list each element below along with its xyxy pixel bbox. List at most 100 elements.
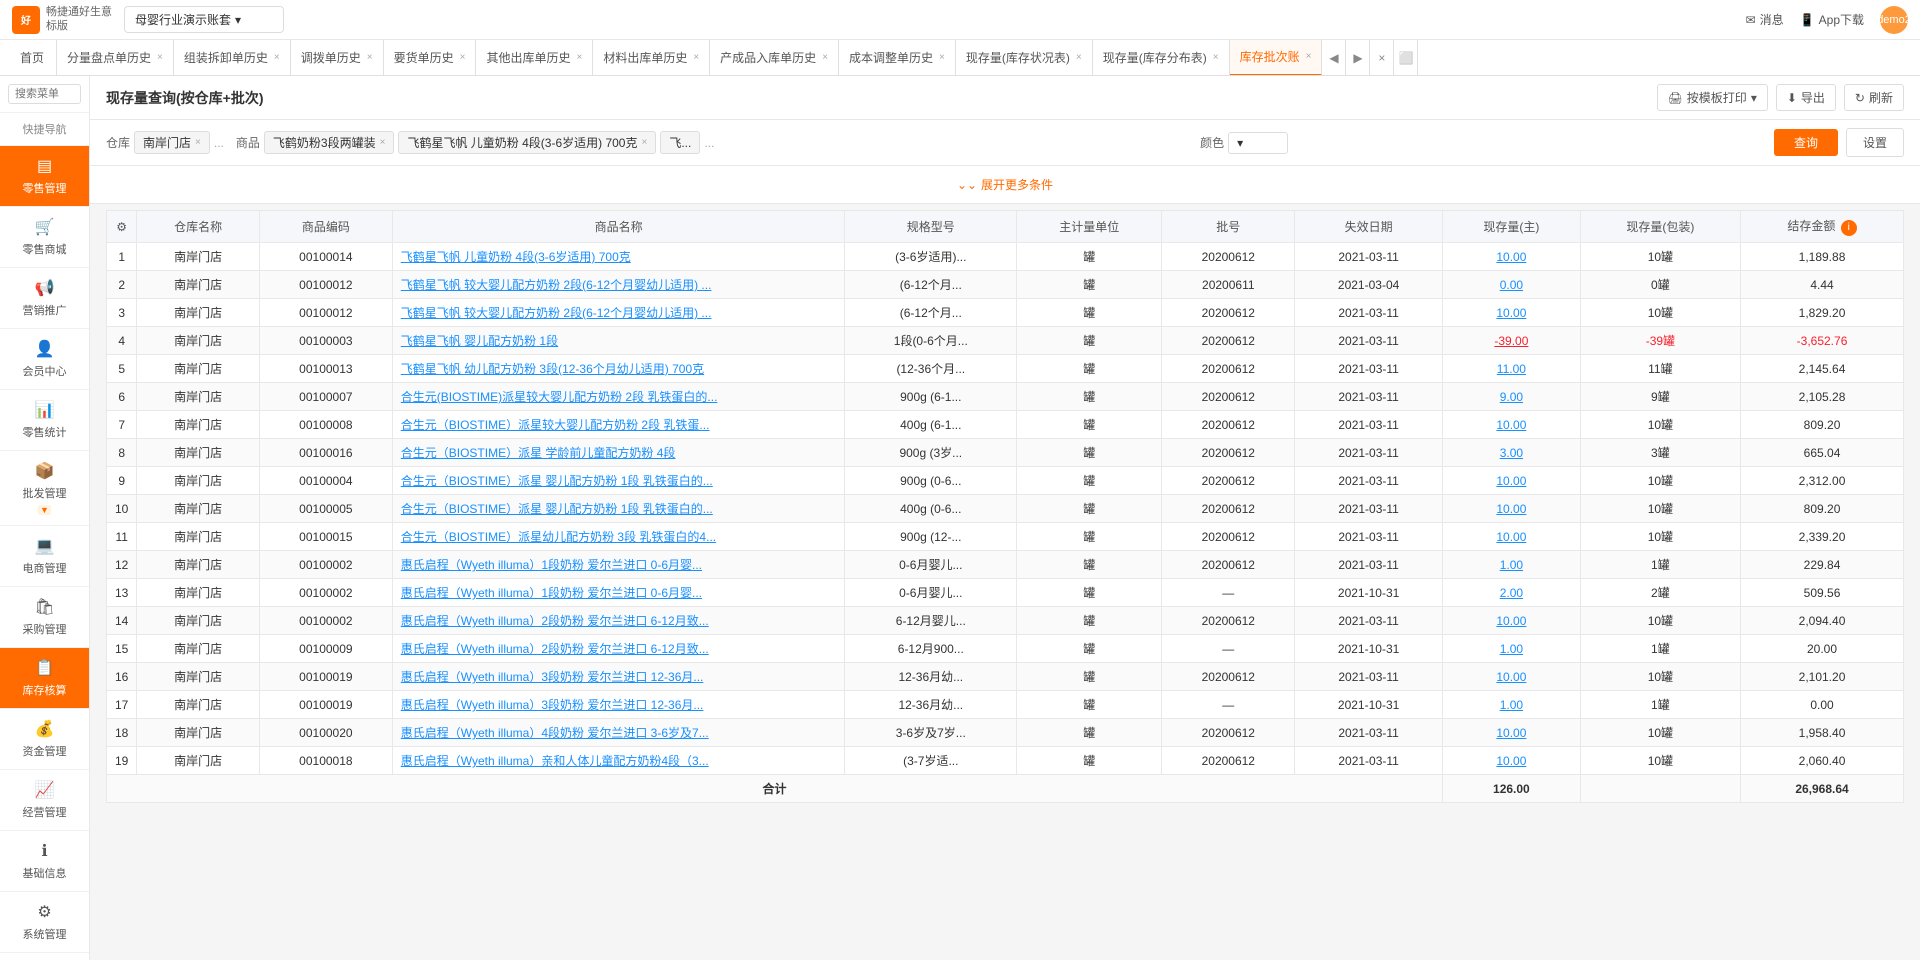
- row-qty-main[interactable]: 10.00: [1443, 467, 1581, 495]
- row-name[interactable]: 惠氏启程（Wyeth illuma）2段奶粉 爱尔兰进口 6-12月致...: [392, 635, 845, 663]
- row-name[interactable]: 飞鹤星飞帆 婴儿配方奶粉 1段: [392, 327, 845, 355]
- row-qty-main[interactable]: 0.00: [1443, 271, 1581, 299]
- row-name[interactable]: 惠氏启程（Wyeth illuma）4段奶粉 爱尔兰进口 3-6岁及7...: [392, 719, 845, 747]
- row-name[interactable]: 飞鹤星飞帆 较大婴儿配方奶粉 2段(6-12个月婴幼儿适用) ...: [392, 271, 845, 299]
- row-qty-main[interactable]: 10.00: [1443, 243, 1581, 271]
- product-tag-more[interactable]: 飞...: [660, 131, 700, 154]
- tab-close-icon[interactable]: ×: [1306, 51, 1312, 62]
- tab-chengben[interactable]: 成本调整单历史 ×: [839, 40, 956, 76]
- export-btn[interactable]: ⬇ 导出: [1776, 84, 1836, 111]
- row-qty-main[interactable]: 10.00: [1443, 663, 1581, 691]
- tab-close-icon[interactable]: ×: [274, 52, 280, 63]
- tab-home[interactable]: 首页: [8, 40, 57, 76]
- row-qty-main[interactable]: 1.00: [1443, 635, 1581, 663]
- row-qty-main[interactable]: 10.00: [1443, 523, 1581, 551]
- row-qty-main[interactable]: -39.00: [1443, 327, 1581, 355]
- tab-xiancun2[interactable]: 现存量(库存分布表) ×: [1093, 40, 1230, 76]
- sidebar-item-ecommerce[interactable]: 💻 电商管理: [0, 526, 89, 587]
- row-name[interactable]: 合生元（BIOSTIME）派星 学龄前儿童配方奶粉 4段: [392, 439, 845, 467]
- row-name[interactable]: 飞鹤星飞帆 幼儿配方奶粉 3段(12-36个月幼儿适用) 700克: [392, 355, 845, 383]
- th-gear[interactable]: ⚙: [107, 211, 137, 243]
- search-input[interactable]: [8, 84, 81, 104]
- tab-cailiao[interactable]: 材料出库单历史 ×: [593, 40, 710, 76]
- app-download-btn[interactable]: 📱 App下载: [1800, 11, 1864, 28]
- avatar[interactable]: demo2: [1880, 6, 1908, 34]
- row-name[interactable]: 合生元（BIOSTIME）派星幼儿配方奶粉 3段 乳铁蛋白的4...: [392, 523, 845, 551]
- row-name[interactable]: 合生元（BIOSTIME）派星较大婴儿配方奶粉 2段 乳铁蛋...: [392, 411, 845, 439]
- remove-product2-icon[interactable]: ×: [641, 137, 647, 148]
- row-name[interactable]: 惠氏启程（Wyeth illuma）亲和人体儿童配方奶粉4段（3...: [392, 747, 845, 775]
- remove-product1-icon[interactable]: ×: [380, 137, 386, 148]
- row-name[interactable]: 惠氏启程（Wyeth illuma）1段奶粉 爱尔兰进口 0-6月婴...: [392, 579, 845, 607]
- row-qty-main[interactable]: 10.00: [1443, 719, 1581, 747]
- tab-close-icon[interactable]: ×: [939, 52, 945, 63]
- tab-yaohuo[interactable]: 要货单历史 ×: [384, 40, 477, 76]
- row-name[interactable]: 惠氏启程（Wyeth illuma）3段奶粉 爱尔兰进口 12-36月...: [392, 663, 845, 691]
- query-btn[interactable]: 查询: [1774, 129, 1838, 156]
- workspace-selector[interactable]: 母婴行业演示账套 ▾: [124, 6, 284, 33]
- sidebar-item-basics[interactable]: ℹ 基础信息: [0, 831, 89, 892]
- row-qty-main[interactable]: 1.00: [1443, 691, 1581, 719]
- remove-warehouse-icon[interactable]: ×: [195, 137, 201, 148]
- expand-more-btn[interactable]: ⌄⌄ 展开更多条件: [945, 172, 1065, 197]
- tab-chancheng[interactable]: 产成品入库单历史 ×: [710, 40, 839, 76]
- tab-pici[interactable]: 库存批次账 ×: [1230, 40, 1323, 76]
- tab-close-icon[interactable]: ×: [1213, 52, 1219, 63]
- sidebar-item-stats[interactable]: 📊 零售统计: [0, 390, 89, 451]
- tab-close-icon[interactable]: ×: [460, 52, 466, 63]
- product-ellipsis[interactable]: ...: [704, 136, 714, 150]
- settings-btn[interactable]: 设置: [1846, 128, 1904, 157]
- product-tag-2[interactable]: 飞鹤星飞帆 儿童奶粉 4段(3-6岁适用) 700克 ×: [398, 131, 656, 154]
- tab-close-icon[interactable]: ×: [157, 52, 163, 63]
- sidebar-item-finance[interactable]: 💰 资金管理: [0, 709, 89, 770]
- warehouse-tag[interactable]: 南岸门店 ×: [134, 131, 210, 154]
- sidebar-item-inventory[interactable]: 📋 库存核算: [0, 648, 89, 709]
- tab-close-icon[interactable]: ×: [693, 52, 699, 63]
- print-btn[interactable]: 🖨 按模板打印 ▾: [1657, 84, 1768, 111]
- row-name[interactable]: 惠氏启程（Wyeth illuma）3段奶粉 爱尔兰进口 12-36月...: [392, 691, 845, 719]
- sidebar-item-mall[interactable]: 🛒 零售商城: [0, 207, 89, 268]
- tab-diaob[interactable]: 调拨单历史 ×: [291, 40, 384, 76]
- tab-close-all-btn[interactable]: ×: [1370, 40, 1394, 76]
- row-name[interactable]: 合生元(BIOSTIME)派星较大婴儿配方奶粉 2段 乳铁蛋白的...: [392, 383, 845, 411]
- message-btn[interactable]: ✉ 消息: [1746, 11, 1784, 28]
- tab-close-icon[interactable]: ×: [822, 52, 828, 63]
- tab-max-btn[interactable]: ⬜: [1394, 40, 1418, 76]
- row-qty-main[interactable]: 10.00: [1443, 747, 1581, 775]
- tab-zuzhuang[interactable]: 组装拆卸单历史 ×: [174, 40, 291, 76]
- row-name[interactable]: 飞鹤星飞帆 儿童奶粉 4段(3-6岁适用) 700克: [392, 243, 845, 271]
- sidebar-item-purchase[interactable]: 🛍 采购管理: [0, 587, 89, 648]
- sidebar-item-system[interactable]: ⚙ 系统管理: [0, 892, 89, 953]
- product-tag-1[interactable]: 飞鹤奶粉3段两罐装 ×: [264, 131, 395, 154]
- tab-next-btn[interactable]: ▶: [1346, 40, 1370, 76]
- tab-qita[interactable]: 其他出库单历史 ×: [476, 40, 593, 76]
- row-name[interactable]: 飞鹤星飞帆 较大婴儿配方奶粉 2段(6-12个月婴幼儿适用) ...: [392, 299, 845, 327]
- sidebar-item-operations[interactable]: 📈 经营管理: [0, 770, 89, 831]
- sidebar-item-wholesale[interactable]: 📦 批发管理 ▼: [0, 451, 89, 526]
- sidebar-item-member[interactable]: 👤 会员中心: [0, 329, 89, 390]
- tab-close-icon[interactable]: ×: [1076, 52, 1082, 63]
- row-qty-main[interactable]: 1.00: [1443, 551, 1581, 579]
- info-icon[interactable]: i: [1841, 220, 1857, 236]
- row-name[interactable]: 惠氏启程（Wyeth illuma）2段奶粉 爱尔兰进口 6-12月致...: [392, 607, 845, 635]
- sidebar-item-collab[interactable]: 🤝 企业协同: [0, 953, 89, 960]
- warehouse-ellipsis[interactable]: ...: [214, 136, 224, 150]
- sidebar-item-marketing[interactable]: 📢 营销推广: [0, 268, 89, 329]
- row-qty-main[interactable]: 10.00: [1443, 411, 1581, 439]
- tab-close-icon[interactable]: ×: [367, 52, 373, 63]
- row-name[interactable]: 合生元（BIOSTIME）派星 婴儿配方奶粉 1段 乳铁蛋白的...: [392, 495, 845, 523]
- row-qty-main[interactable]: 10.00: [1443, 607, 1581, 635]
- row-name[interactable]: 合生元（BIOSTIME）派星 婴儿配方奶粉 1段 乳铁蛋白的...: [392, 467, 845, 495]
- row-qty-main[interactable]: 2.00: [1443, 579, 1581, 607]
- row-qty-main[interactable]: 10.00: [1443, 299, 1581, 327]
- tab-xiancun1[interactable]: 现存量(库存状况表) ×: [956, 40, 1093, 76]
- gear-icon[interactable]: ⚙: [116, 220, 127, 234]
- row-qty-main[interactable]: 11.00: [1443, 355, 1581, 383]
- tab-close-icon[interactable]: ×: [576, 52, 582, 63]
- row-qty-main[interactable]: 10.00: [1443, 495, 1581, 523]
- tab-fenliang[interactable]: 分量盘点单历史 ×: [57, 40, 174, 76]
- row-qty-main[interactable]: 9.00: [1443, 383, 1581, 411]
- color-dropdown[interactable]: ▾: [1228, 132, 1288, 154]
- sidebar-item-retail[interactable]: ▤ 零售管理: [0, 146, 89, 207]
- row-qty-main[interactable]: 3.00: [1443, 439, 1581, 467]
